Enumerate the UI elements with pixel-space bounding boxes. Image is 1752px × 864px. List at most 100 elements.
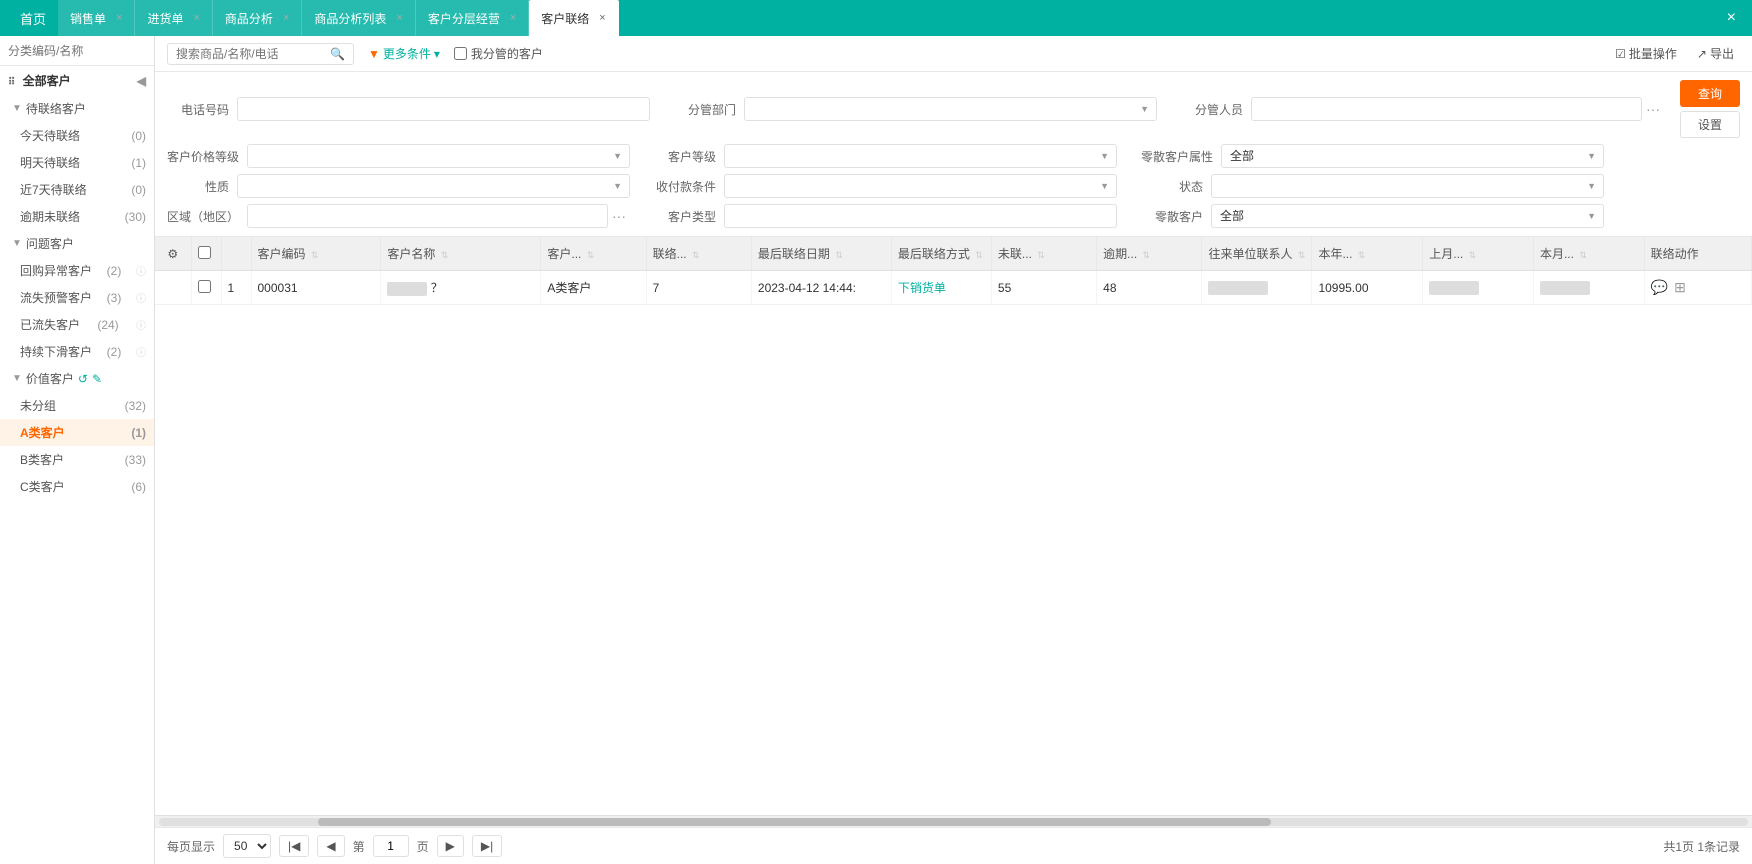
filter-select-retail-attr[interactable]: 全部 [1221,144,1604,168]
export-btn[interactable]: ↗ 导出 [1691,42,1740,65]
filter-select-dept[interactable] [744,97,1157,121]
edit-icon[interactable]: ✎ [92,372,102,386]
sidebar-all-customers[interactable]: ⠿ 全部客户 ◀ [0,66,154,95]
filter-search-icon[interactable]: 🔍 [330,47,345,61]
filter-label-payment: 收付款条件 [654,178,724,195]
qr-icon[interactable]: ⊞ [1674,279,1686,296]
tab-customer-contact[interactable]: 客户联络 × [529,0,618,36]
prev-page-btn[interactable]: ◀ [317,835,344,857]
filter-field-retail: 零散客户 全部 [1141,204,1604,228]
tab-customer-segment-close[interactable]: × [510,12,516,24]
filter-field-status: 状态 [1141,174,1604,198]
sidebar-item-class-b[interactable]: B类客户 (33) [0,446,154,473]
sidebar-item-7days[interactable]: 近7天待联络 (0) [0,176,154,203]
sidebar-item-declining[interactable]: 持续下滑客户 (2) ⓘ [0,338,154,365]
filter-dots-region[interactable]: ··· [608,208,630,224]
th-overdue[interactable]: 逾期... ⇅ [1097,237,1202,271]
sidebar-item-repurchase-anomaly[interactable]: 回购异常客户 (2) ⓘ [0,257,154,284]
my-customers-checkbox[interactable] [454,47,467,60]
query-btn[interactable]: 查询 [1680,80,1740,107]
sidebar-group-value-title[interactable]: ▼ 价值客户 ↺ ✎ [0,365,154,392]
filter-select-nature[interactable] [237,174,630,198]
tab-purchase-order[interactable]: 进货单 × [135,0,212,36]
th-this-year[interactable]: 本年... ⇅ [1312,237,1423,271]
sidebar-item-tomorrow[interactable]: 明天待联络 (1) [0,149,154,176]
sidebar-item-today[interactable]: 今天待联络 (0) [0,122,154,149]
filter-select-retail[interactable]: 全部 [1211,204,1604,228]
filter-input-customer-type[interactable] [724,204,1117,228]
filter-dots-manager[interactable]: ··· [1642,101,1664,117]
th-not-contacted[interactable]: 未联... ⇅ [991,237,1096,271]
td-checkbox[interactable] [191,271,221,305]
first-page-btn[interactable]: |◀ [279,835,309,857]
th-customer-type[interactable]: 客户... ⇅ [541,237,646,271]
filter-select-payment[interactable] [724,174,1117,198]
table-select-all[interactable] [198,246,211,259]
filter-input-manager[interactable] [1251,97,1642,121]
th-customer-code[interactable]: 客户编码 ⇅ [251,237,381,271]
per-page-select[interactable]: 50 [223,834,271,858]
page-input[interactable] [373,835,409,857]
home-tab[interactable]: 首页 [8,0,58,36]
info-icon-2[interactable]: ⓘ [136,290,146,305]
td-last-contact-method[interactable]: 下销货单 [891,271,991,305]
filter-select-price-level[interactable] [247,144,630,168]
sidebar-item-ungrouped[interactable]: 未分组 (32) [0,392,154,419]
refresh-icon[interactable]: ↺ [78,372,88,386]
tab-sales-order-close[interactable]: × [116,12,122,24]
filter-more-btn[interactable]: ▼ 更多条件 ▾ [362,42,446,65]
tab-sales-order-label: 销售单 [70,10,106,27]
row-checkbox[interactable] [198,280,211,293]
settings-icon[interactable]: ⚙ [167,247,178,261]
th-last-month[interactable]: 上月... ⇅ [1423,237,1534,271]
th-last-contact-method[interactable]: 最后联络方式 ⇅ [891,237,991,271]
my-customers-checkbox-label[interactable]: 我分管的客户 [454,45,543,62]
th-checkbox[interactable] [191,237,221,271]
horizontal-scrollbar[interactable] [155,815,1752,827]
topbar-window-close[interactable]: × [1719,9,1744,27]
sidebar-item-churn-warning[interactable]: 流失预警客户 (3) ⓘ [0,284,154,311]
filter-search-input[interactable] [176,47,326,61]
next-page-btn[interactable]: ▶ [437,835,464,857]
sidebar-item-class-c[interactable]: C类客户 (6) [0,473,154,500]
sidebar-search-input[interactable] [8,44,155,58]
sort-icon-lm: ⇅ [1469,250,1477,260]
th-customer-name[interactable]: 客户名称 ⇅ [381,237,541,271]
tab-product-analysis[interactable]: 商品分析 × [213,0,302,36]
info-icon-3[interactable]: ⓘ [136,317,146,332]
th-unit-contact[interactable]: 往来单位联系人 ⇅ [1202,237,1312,271]
sidebar-group-problem-title[interactable]: ▼ 问题客户 [0,230,154,257]
sidebar-item-churned[interactable]: 已流失客户 (24) ⓘ [0,311,154,338]
info-icon-4[interactable]: ⓘ [136,344,146,359]
hscroll-thumb[interactable] [318,818,1271,826]
settings-btn[interactable]: 设置 [1680,111,1740,138]
th-last-contact-date[interactable]: 最后联络日期 ⇅ [751,237,891,271]
this-month-blurred [1540,281,1590,295]
tab-sales-order[interactable]: 销售单 × [58,0,135,36]
tab-product-analysis-list-close[interactable]: × [396,12,402,24]
th-this-month[interactable]: 本月... ⇅ [1533,237,1644,271]
tab-product-analysis-close[interactable]: × [283,12,289,24]
sidebar-collapse-btn[interactable]: ◀ [137,74,146,88]
sidebar-group-pending-title[interactable]: ▼ 待联络客户 [0,95,154,122]
th-contact[interactable]: 联络... ⇅ [646,237,751,271]
tab-purchase-order-close[interactable]: × [193,12,199,24]
td-this-month [1533,271,1644,305]
filter-input-region[interactable] [247,204,608,228]
filter-input-phone[interactable] [237,97,650,121]
sidebar-item-overdue[interactable]: 逾期未联络 (30) [0,203,154,230]
tab-customer-segment[interactable]: 客户分层经营 × [416,0,529,36]
last-contact-method-link[interactable]: 下销货单 [898,281,946,295]
filter-row-4: 区域（地区） ··· 客户类型 零散客户 全部 [167,204,1740,228]
filter-select-customer-level[interactable] [724,144,1117,168]
tab-customer-contact-close[interactable]: × [599,12,605,24]
message-icon[interactable]: 💬 [1651,279,1668,296]
tab-product-analysis-list[interactable]: 商品分析列表 × [302,0,415,36]
th-settings[interactable]: ⚙ [155,237,191,271]
info-icon-1[interactable]: ⓘ [136,263,146,278]
filter-select-status[interactable] [1211,174,1604,198]
sort-icon-tm: ⇅ [1579,250,1587,260]
last-page-btn[interactable]: ▶| [472,835,502,857]
sidebar-item-class-a[interactable]: A类客户 (1) [0,419,154,446]
batch-ops-btn[interactable]: ☑ 批量操作 [1609,42,1683,65]
